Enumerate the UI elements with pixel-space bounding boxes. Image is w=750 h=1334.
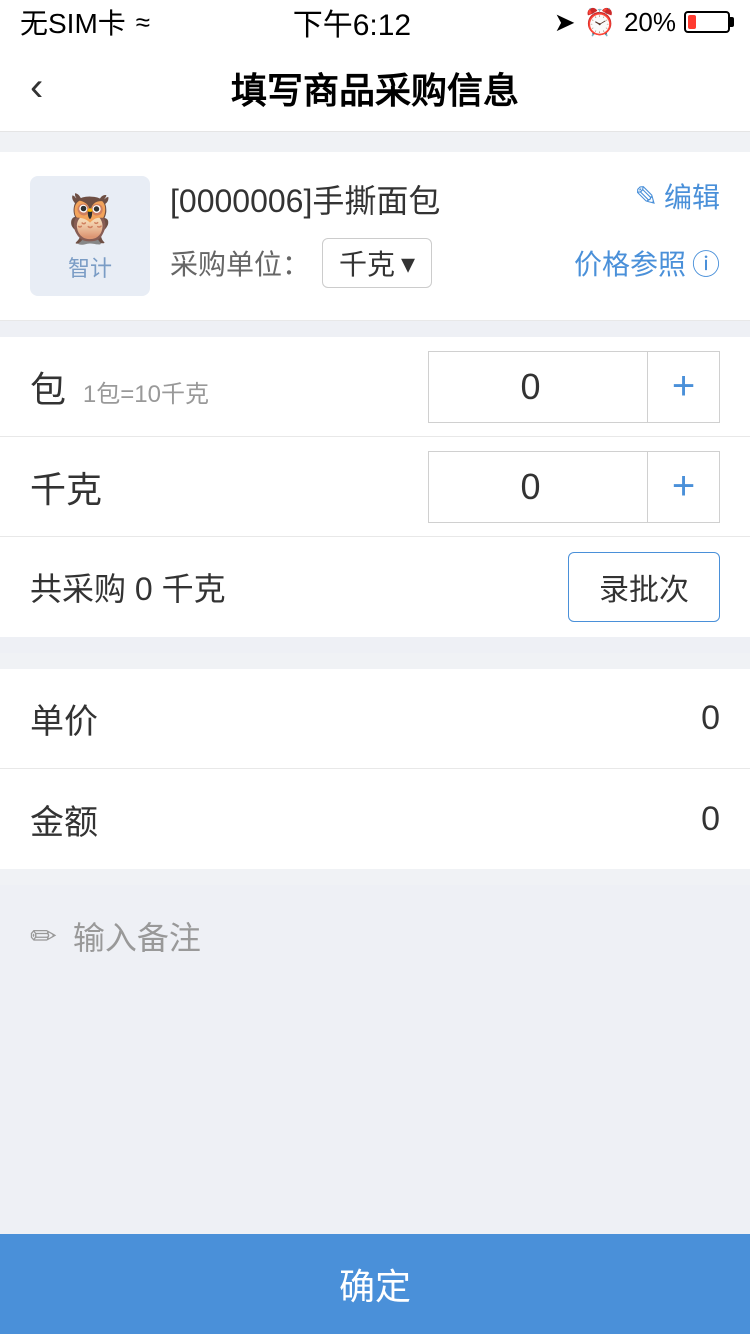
quantity-label-kg: 千克: [30, 461, 428, 513]
bao-input-group: +: [428, 351, 720, 423]
status-left: 无SIM卡 ≈: [20, 2, 150, 42]
bao-input[interactable]: [428, 351, 648, 423]
battery-icon: [684, 11, 730, 33]
price-section: 单价 0 金额 0: [0, 669, 750, 869]
product-header: [0000006]手撕面包 ✎ 编辑: [170, 176, 720, 222]
unit-select[interactable]: 千克 ▾: [322, 238, 432, 288]
product-unit-row: 采购单位： 千克 ▾ 价格参照 ⓘ: [170, 238, 720, 288]
kg-input[interactable]: [428, 451, 648, 523]
bao-label: 包: [30, 369, 66, 410]
product-name: [0000006]手撕面包: [170, 176, 440, 222]
batch-button[interactable]: 录批次: [568, 552, 720, 622]
amount-row: 金额 0: [0, 769, 750, 869]
total-unit-value: 千克: [162, 571, 226, 607]
status-bar: 无SIM卡 ≈ 下午6:12 ➤ ⏰ 20%: [0, 0, 750, 44]
alarm-icon: ⏰: [584, 7, 616, 38]
notes-section[interactable]: ✏ 输入备注: [0, 885, 750, 987]
location-icon: ➤: [554, 7, 576, 38]
page-title: 填写商品采购信息: [231, 62, 519, 114]
bao-plus-button[interactable]: +: [648, 351, 720, 423]
price-ref-button[interactable]: 价格参照 ⓘ: [574, 243, 720, 283]
notes-placeholder: 输入备注: [73, 913, 201, 959]
product-image: 🦉 智计: [30, 176, 150, 296]
total-row: 共采购 0 千克 录批次: [0, 537, 750, 637]
status-right: ➤ ⏰ 20%: [554, 7, 730, 38]
kg-label: 千克: [30, 469, 102, 510]
amount-value: 0: [701, 800, 720, 839]
edit-icon: ✎: [635, 180, 658, 213]
unit-label: 采购单位：: [170, 243, 310, 283]
nav-bar: ‹ 填写商品采购信息: [0, 44, 750, 132]
product-info: [0000006]手撕面包 ✎ 编辑 采购单位： 千克 ▾ 价格参照 ⓘ: [170, 176, 720, 288]
info-icon: ⓘ: [692, 243, 720, 283]
product-card: 🦉 智计 [0000006]手撕面包 ✎ 编辑 采购单位： 千克 ▾ 价格参照 …: [0, 152, 750, 321]
unit-price-value: 0: [701, 699, 720, 738]
product-logo-icon: 🦉: [60, 190, 120, 247]
unit-price-row: 单价 0: [0, 669, 750, 769]
bao-sublabel: 1包=10千克: [83, 381, 209, 408]
wifi-icon: ≈: [136, 7, 150, 38]
edit-button[interactable]: ✎ 编辑: [635, 176, 720, 216]
total-amount-value: 0: [135, 571, 153, 607]
dropdown-icon: ▾: [401, 247, 415, 280]
product-title: 手撕面包: [312, 183, 440, 219]
kg-plus-button[interactable]: +: [648, 451, 720, 523]
battery-percent: 20%: [624, 7, 676, 38]
unit-value: 千克: [339, 243, 395, 283]
total-label: 共采购: [30, 571, 126, 607]
quantity-label-bao: 包 1包=10千克: [30, 361, 428, 413]
status-time: 下午6:12: [293, 0, 411, 44]
quantity-section: 包 1包=10千克 + 千克 + 共采购 0 千克 录批次: [0, 337, 750, 637]
kg-input-group: +: [428, 451, 720, 523]
quantity-row-bao: 包 1包=10千克 +: [0, 337, 750, 437]
pencil-icon: ✏: [30, 917, 57, 955]
carrier-text: 无SIM卡: [20, 2, 126, 42]
product-id: [0000006]: [170, 183, 312, 219]
edit-label: 编辑: [664, 176, 720, 216]
product-logo-label: 智计: [68, 251, 112, 283]
unit-price-label: 单价: [30, 694, 98, 743]
price-ref-label: 价格参照: [574, 243, 686, 283]
confirm-button[interactable]: 确定: [0, 1234, 750, 1334]
separator-2: [0, 637, 750, 653]
separator-1: [0, 321, 750, 337]
back-button[interactable]: ‹: [30, 55, 63, 120]
amount-label: 金额: [30, 795, 98, 844]
quantity-row-kg: 千克 +: [0, 437, 750, 537]
total-text: 共采购 0 千克: [30, 564, 226, 610]
